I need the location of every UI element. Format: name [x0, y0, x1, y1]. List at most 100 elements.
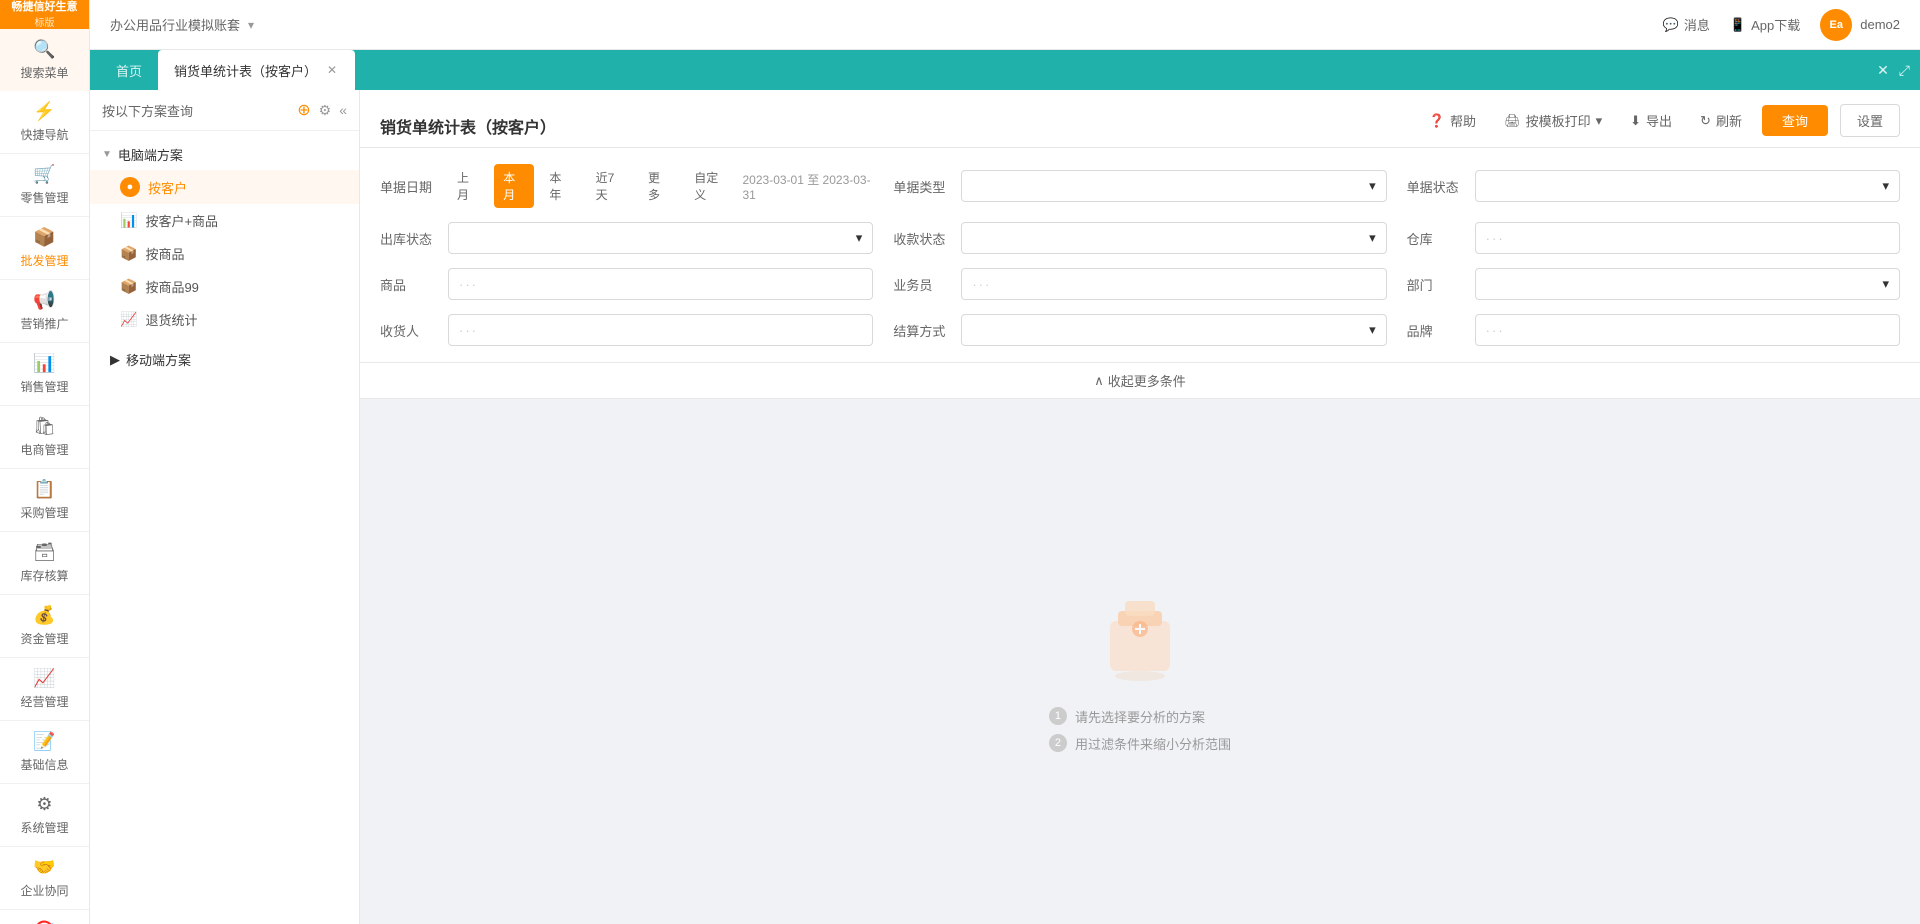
user-profile-btn[interactable]: Ea demo2	[1820, 9, 1900, 41]
sidebar-item-ecommerce[interactable]: 🛍 电商管理	[0, 406, 90, 469]
filter-recipient: 收货人 ···	[380, 314, 873, 346]
sidebar-item-label: 零售管理	[20, 189, 68, 206]
filter-salesperson: 业务员 ···	[893, 268, 1386, 300]
export-btn[interactable]: ⬇ 导出	[1622, 107, 1680, 134]
order-status-select[interactable]: ▾	[1475, 170, 1900, 202]
header-title: 办公用品行业模拟账套	[110, 15, 240, 34]
template-print-btn[interactable]: 🖨 按模板打印 ▾	[1496, 107, 1610, 134]
product-select[interactable]: ···	[448, 268, 873, 300]
receipt-status-select[interactable]: ▾	[961, 222, 1386, 254]
empty-tips: 1 请先选择要分析的方案 2 用过滤条件来缩小分析范围	[1049, 707, 1231, 753]
tab-expand-btn[interactable]: ⤢	[1899, 62, 1910, 79]
tree-item-by-product99[interactable]: 📦 按商品99	[90, 270, 359, 303]
tab-home[interactable]: 首页	[100, 50, 158, 90]
tree-item-return-stats[interactable]: 📈 退货统计	[90, 303, 359, 336]
tree-item-label: 按商品99	[145, 277, 198, 296]
brand-label: 品牌	[1407, 321, 1467, 340]
sidebar-item-label: 搜索菜单	[20, 64, 68, 81]
sidebar-item-label: 快捷导航	[20, 126, 68, 143]
left-panel: 按以下方案查询 ⊕ ⚙ « ▼ 电脑端方案 ● 按客户 📊 按客	[90, 90, 360, 924]
tip-num-1: 1	[1049, 707, 1067, 725]
app-logo: 畅捷信好生意 标版	[0, 0, 90, 29]
date-btn-7days[interactable]: 近7天	[587, 164, 633, 208]
page-title: 销货单统计表（按客户）	[380, 114, 556, 138]
warehouse-select[interactable]: ···	[1475, 222, 1900, 254]
out-status-select[interactable]: ▾	[448, 222, 873, 254]
tab-close-btn[interactable]: ✕	[1877, 62, 1889, 79]
sidebar-item-marketing[interactable]: 📢 营销推广	[0, 280, 90, 343]
sidebar-item-newbie[interactable]: 🎯 新手引导	[0, 910, 90, 924]
enterprise-icon: 🤝	[33, 857, 55, 878]
message-btn[interactable]: 💬 消息	[1663, 15, 1710, 34]
sidebar-item-operation[interactable]: 📈 经营管理	[0, 658, 90, 721]
export-icon: ⬇	[1630, 113, 1641, 129]
system-icon: ⚙	[36, 794, 52, 815]
settlement-select[interactable]: ▾	[961, 314, 1386, 346]
logo-subtitle: 标版	[35, 14, 55, 29]
avatar-text: Ea	[1830, 19, 1843, 31]
sidebar-item-basic[interactable]: 📝 基础信息	[0, 721, 90, 784]
collapse-panel-btn[interactable]: «	[339, 102, 347, 118]
sidebar-item-sales[interactable]: 📊 销售管理	[0, 343, 90, 406]
collapse-btn[interactable]: ∧ 收起更多条件	[1086, 363, 1194, 398]
settings-btn[interactable]: ⚙	[319, 102, 332, 119]
help-btn[interactable]: ❓ 帮助	[1421, 107, 1484, 134]
header-dropdown-icon[interactable]: ▾	[248, 18, 254, 32]
add-scheme-btn[interactable]: ⊕	[297, 100, 310, 120]
date-btn-current-month[interactable]: 本月	[494, 164, 534, 208]
order-type-select[interactable]: ▾	[961, 170, 1386, 202]
sidebar-item-label: 基础信息	[20, 756, 68, 773]
sidebar-item-label: 销售管理	[20, 378, 68, 395]
date-btn-last-month[interactable]: 上月	[448, 164, 488, 208]
filter-out-status: 出库状态 ▾	[380, 222, 873, 254]
sidebar-item-finance[interactable]: 💰 资金管理	[0, 595, 90, 658]
empty-tip-1: 1 请先选择要分析的方案	[1049, 707, 1231, 726]
filter-order-status: 单据状态 ▾	[1407, 170, 1900, 202]
sidebar-item-label: 企业协同	[20, 882, 68, 899]
sidebar-item-quick-nav[interactable]: ⚡ 快捷导航	[0, 91, 90, 154]
recipient-select[interactable]: ···	[448, 314, 873, 346]
page-actions: ❓ 帮助 🖨 按模板打印 ▾ ⬇ 导出 ↻ 刷新	[1421, 104, 1900, 147]
template-print-label: 按模板打印	[1526, 111, 1591, 130]
brand-select[interactable]: ···	[1475, 314, 1900, 346]
sidebar-item-system[interactable]: ⚙ 系统管理	[0, 784, 90, 847]
refresh-btn[interactable]: ↻ 刷新	[1692, 107, 1750, 134]
tree-item-by-customer-product[interactable]: 📊 按客户+商品	[90, 204, 359, 237]
dept-select[interactable]: ▾	[1475, 268, 1900, 300]
tree-item-by-customer[interactable]: ● 按客户	[90, 170, 359, 204]
query-btn[interactable]: 查询	[1762, 105, 1828, 136]
wholesale-icon: 📦	[33, 227, 55, 248]
tree-item-label: 按客户+商品	[145, 211, 218, 230]
date-btn-year[interactable]: 本年	[540, 164, 580, 208]
sidebar-item-enterprise[interactable]: 🤝 企业协同	[0, 847, 90, 910]
mobile-group-title[interactable]: ▶ 移动端方案	[90, 344, 359, 375]
header-right: 💬 消息 📱 App下载 Ea demo2	[1663, 9, 1900, 41]
sidebar-item-inventory[interactable]: 🗃 库存核算	[0, 532, 90, 595]
app-download-btn[interactable]: 📱 App下载	[1730, 15, 1800, 34]
tab-sales-stats[interactable]: 销货单统计表（按客户） ✕	[158, 50, 355, 90]
tree-item-label: 按商品	[145, 244, 184, 263]
message-icon: 💬	[1663, 17, 1679, 33]
settings-btn[interactable]: 设置	[1840, 104, 1900, 137]
tree-item-icon: 📦	[120, 278, 137, 295]
desktop-group-title[interactable]: ▼ 电脑端方案	[90, 139, 359, 170]
salesperson-label: 业务员	[893, 275, 953, 294]
salesperson-dots: ···	[972, 277, 991, 292]
desktop-group: ▼ 电脑端方案 ● 按客户 📊 按客户+商品 📦 按商品 📦 按商品9	[90, 131, 359, 344]
date-btn-custom[interactable]: 自定义	[685, 164, 736, 208]
sidebar-item-wholesale[interactable]: 📦 批发管理	[0, 217, 90, 280]
product-dots: ···	[459, 277, 478, 292]
page-header: 销货单统计表（按客户） ❓ 帮助 🖨 按模板打印 ▾ ⬇ 导出	[360, 90, 1920, 148]
sidebar-item-retail[interactable]: 🛒 零售管理	[0, 154, 90, 217]
tab-close-icon[interactable]: ✕	[325, 61, 339, 79]
receipt-status-dropdown-icon: ▾	[1369, 230, 1376, 246]
marketing-icon: 📢	[33, 290, 55, 311]
order-type-label: 单据类型	[893, 177, 953, 196]
tree-item-by-product[interactable]: 📦 按商品	[90, 237, 359, 270]
salesperson-select[interactable]: ···	[961, 268, 1386, 300]
sidebar-item-search[interactable]: 🔍 搜索菜单	[0, 29, 90, 91]
sidebar-item-purchase[interactable]: 📋 采购管理	[0, 469, 90, 532]
date-btn-more[interactable]: 更多	[639, 164, 679, 208]
right-content: 销货单统计表（按客户） ❓ 帮助 🖨 按模板打印 ▾ ⬇ 导出	[360, 90, 1920, 924]
warehouse-dots: ···	[1486, 231, 1505, 246]
